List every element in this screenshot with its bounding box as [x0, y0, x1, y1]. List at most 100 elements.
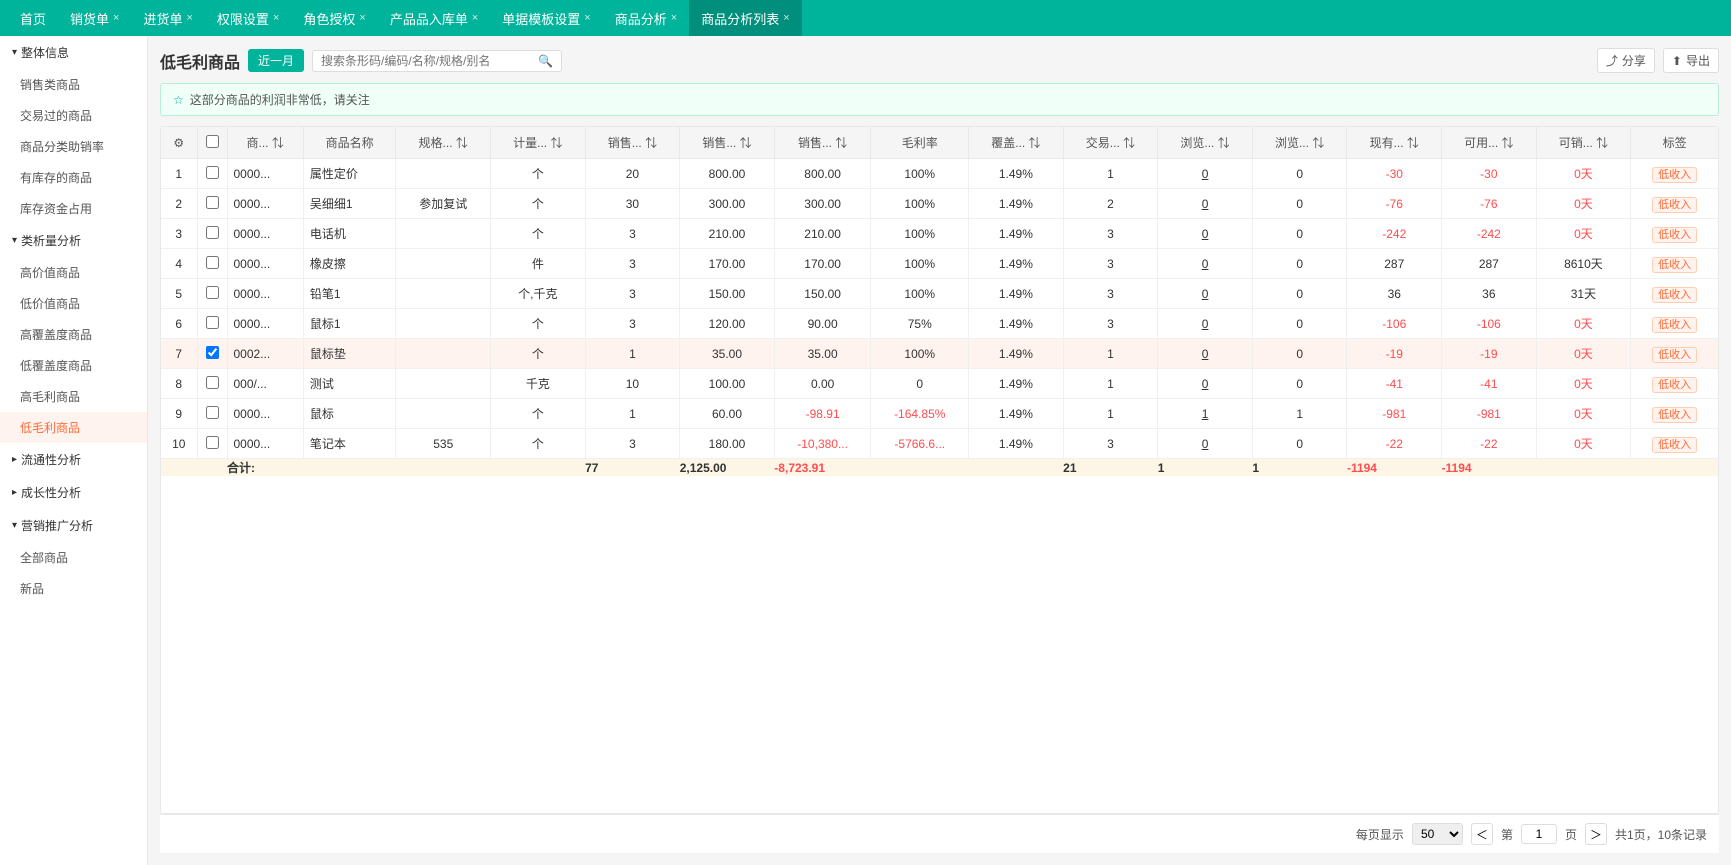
row-check[interactable] — [197, 309, 227, 339]
per-page-select[interactable]: 50 20 100 200 — [1412, 823, 1463, 845]
sidebar-item-sales-goods[interactable]: 销售类商品 — [0, 69, 147, 100]
row-name: 笔记本 — [303, 429, 396, 459]
close-icon[interactable]: × — [359, 12, 365, 24]
col-header-sales-price[interactable]: 销售... ⇅ — [680, 127, 775, 159]
nav-template-settings[interactable]: 单据模板设置 × — [490, 0, 602, 36]
row-check[interactable] — [197, 189, 227, 219]
row-check[interactable] — [197, 279, 227, 309]
col-header-sales-qty[interactable]: 销售... ⇅ — [585, 127, 680, 159]
col-header-name[interactable]: 商品名称 — [303, 127, 396, 159]
next-page-button[interactable]: ＞ — [1585, 823, 1607, 845]
row-view1: 0 — [1158, 309, 1253, 339]
row-trade: 3 — [1063, 429, 1158, 459]
nav-role-auth[interactable]: 角色授权 × — [291, 0, 377, 36]
sidebar-item-all-goods[interactable]: 全部商品 — [0, 542, 147, 573]
sidebar-item-high-value[interactable]: 高价值商品 — [0, 257, 147, 288]
row-tag: 低收入 — [1631, 429, 1718, 459]
date-filter-button[interactable]: 近一月 — [248, 49, 304, 72]
row-unit: 个,千克 — [491, 279, 586, 309]
col-header-tag[interactable]: 标签 — [1631, 127, 1718, 159]
col-header-coverage[interactable]: 覆盖... ⇅ — [969, 127, 1064, 159]
search-icon[interactable]: 🔍 — [538, 54, 553, 68]
share-button[interactable]: ⤴ 分享 — [1597, 48, 1655, 73]
sidebar-item-stock-capital[interactable]: 库存资金占用 — [0, 193, 147, 224]
row-sales-price: 150.00 — [680, 279, 775, 309]
search-input[interactable] — [321, 54, 534, 68]
row-sales-price: 100.00 — [680, 369, 775, 399]
row-sales-price: 180.00 — [680, 429, 775, 459]
row-coverage: 1.49% — [969, 309, 1064, 339]
col-header-sales-amount[interactable]: 销售... ⇅ — [774, 127, 871, 159]
nav-permission[interactable]: 权限设置 × — [205, 0, 291, 36]
row-unit: 个 — [491, 159, 586, 189]
sidebar-item-high-coverage[interactable]: 高覆盖度商品 — [0, 319, 147, 350]
row-check[interactable] — [197, 369, 227, 399]
col-header-setting[interactable]: ⚙ — [161, 127, 197, 159]
row-check[interactable] — [197, 399, 227, 429]
page-number-input[interactable] — [1521, 824, 1557, 844]
footer-label — [161, 459, 227, 477]
close-icon[interactable]: × — [472, 12, 478, 24]
row-check[interactable] — [197, 219, 227, 249]
col-header-spec[interactable]: 规格... ⇅ — [396, 127, 491, 159]
nav-sales-order[interactable]: 销货单 × — [58, 0, 131, 36]
sidebar-item-category-rate[interactable]: 商品分类助销率 — [0, 131, 147, 162]
nav-product-entry[interactable]: 产品品入库单 × — [378, 0, 490, 36]
row-current: -76 — [1347, 189, 1442, 219]
col-header-gross-rate[interactable]: 毛利率 — [871, 127, 969, 159]
row-check[interactable] — [197, 339, 227, 369]
nav-product-analysis-list[interactable]: 商品分析列表 × — [689, 0, 801, 36]
col-header-check[interactable] — [197, 127, 227, 159]
row-check[interactable] — [197, 159, 227, 189]
row-coverage: 1.49% — [969, 339, 1064, 369]
col-header-current[interactable]: 现有... ⇅ — [1347, 127, 1442, 159]
sidebar-item-traded-goods[interactable]: 交易过的商品 — [0, 100, 147, 131]
sidebar-group-marketing-analysis[interactable]: ▾ 营销推广分析 — [0, 509, 147, 542]
col-header-view2[interactable]: 浏览... ⇅ — [1252, 127, 1347, 159]
table-row: 7 0002... 鼠标垫 个 1 35.00 35.00 100% 1.49%… — [161, 339, 1718, 369]
row-check[interactable] — [197, 249, 227, 279]
sidebar-item-low-coverage[interactable]: 低覆盖度商品 — [0, 350, 147, 381]
row-check[interactable] — [197, 429, 227, 459]
col-header-saleable[interactable]: 可销... ⇅ — [1536, 127, 1631, 159]
prev-page-button[interactable]: ＜ — [1471, 823, 1493, 845]
close-icon[interactable]: × — [113, 12, 119, 24]
row-unit: 千克 — [491, 369, 586, 399]
row-gross-rate: 100% — [871, 249, 969, 279]
close-icon[interactable]: × — [186, 12, 192, 24]
close-icon[interactable]: × — [584, 12, 590, 24]
close-icon[interactable]: × — [671, 12, 677, 24]
close-icon[interactable]: × — [783, 12, 789, 24]
col-header-view1[interactable]: 浏览... ⇅ — [1158, 127, 1253, 159]
nav-product-analysis[interactable]: 商品分析 × — [603, 0, 689, 36]
sidebar-group-growth-analysis[interactable]: ▸ 成长性分析 — [0, 476, 147, 509]
sidebar-group-category-analysis[interactable]: ▾ 类析量分析 — [0, 224, 147, 257]
row-unit: 个 — [491, 219, 586, 249]
row-current: -981 — [1347, 399, 1442, 429]
row-view2: 0 — [1252, 159, 1347, 189]
sidebar-group-overview[interactable]: ▾ 整体信息 — [0, 36, 147, 69]
footer-sales-qty: 77 — [585, 459, 680, 477]
sidebar-item-low-value[interactable]: 低价值商品 — [0, 288, 147, 319]
row-code: 0000... — [227, 429, 303, 459]
col-header-code[interactable]: 商... ⇅ — [227, 127, 303, 159]
col-header-available[interactable]: 可用... ⇅ — [1442, 127, 1537, 159]
sidebar-group-flow-analysis[interactable]: ▸ 流通性分析 — [0, 443, 147, 476]
nav-home[interactable]: 首页 — [8, 0, 58, 36]
row-view2: 1 — [1252, 399, 1347, 429]
row-spec — [396, 249, 491, 279]
col-header-trade[interactable]: 交易... ⇅ — [1063, 127, 1158, 159]
row-sales-price: 300.00 — [680, 189, 775, 219]
sidebar-item-low-margin[interactable]: 低毛利商品 — [0, 412, 147, 443]
nav-purchase-order[interactable]: 进货单 × — [131, 0, 204, 36]
sidebar-item-stocked-goods[interactable]: 有库存的商品 — [0, 162, 147, 193]
sidebar-item-high-margin[interactable]: 高毛利商品 — [0, 381, 147, 412]
select-all-checkbox[interactable] — [206, 135, 219, 148]
export-button[interactable]: ⬆ 导出 — [1663, 48, 1719, 73]
row-sales-qty: 3 — [585, 219, 680, 249]
col-header-unit[interactable]: 计量... ⇅ — [491, 127, 586, 159]
sidebar-item-new-goods[interactable]: 新品 — [0, 573, 147, 604]
row-spec — [396, 369, 491, 399]
close-icon[interactable]: × — [273, 12, 279, 24]
sidebar: ▾ 整体信息 销售类商品 交易过的商品 商品分类助销率 有库存的商品 库存资金占… — [0, 36, 148, 865]
